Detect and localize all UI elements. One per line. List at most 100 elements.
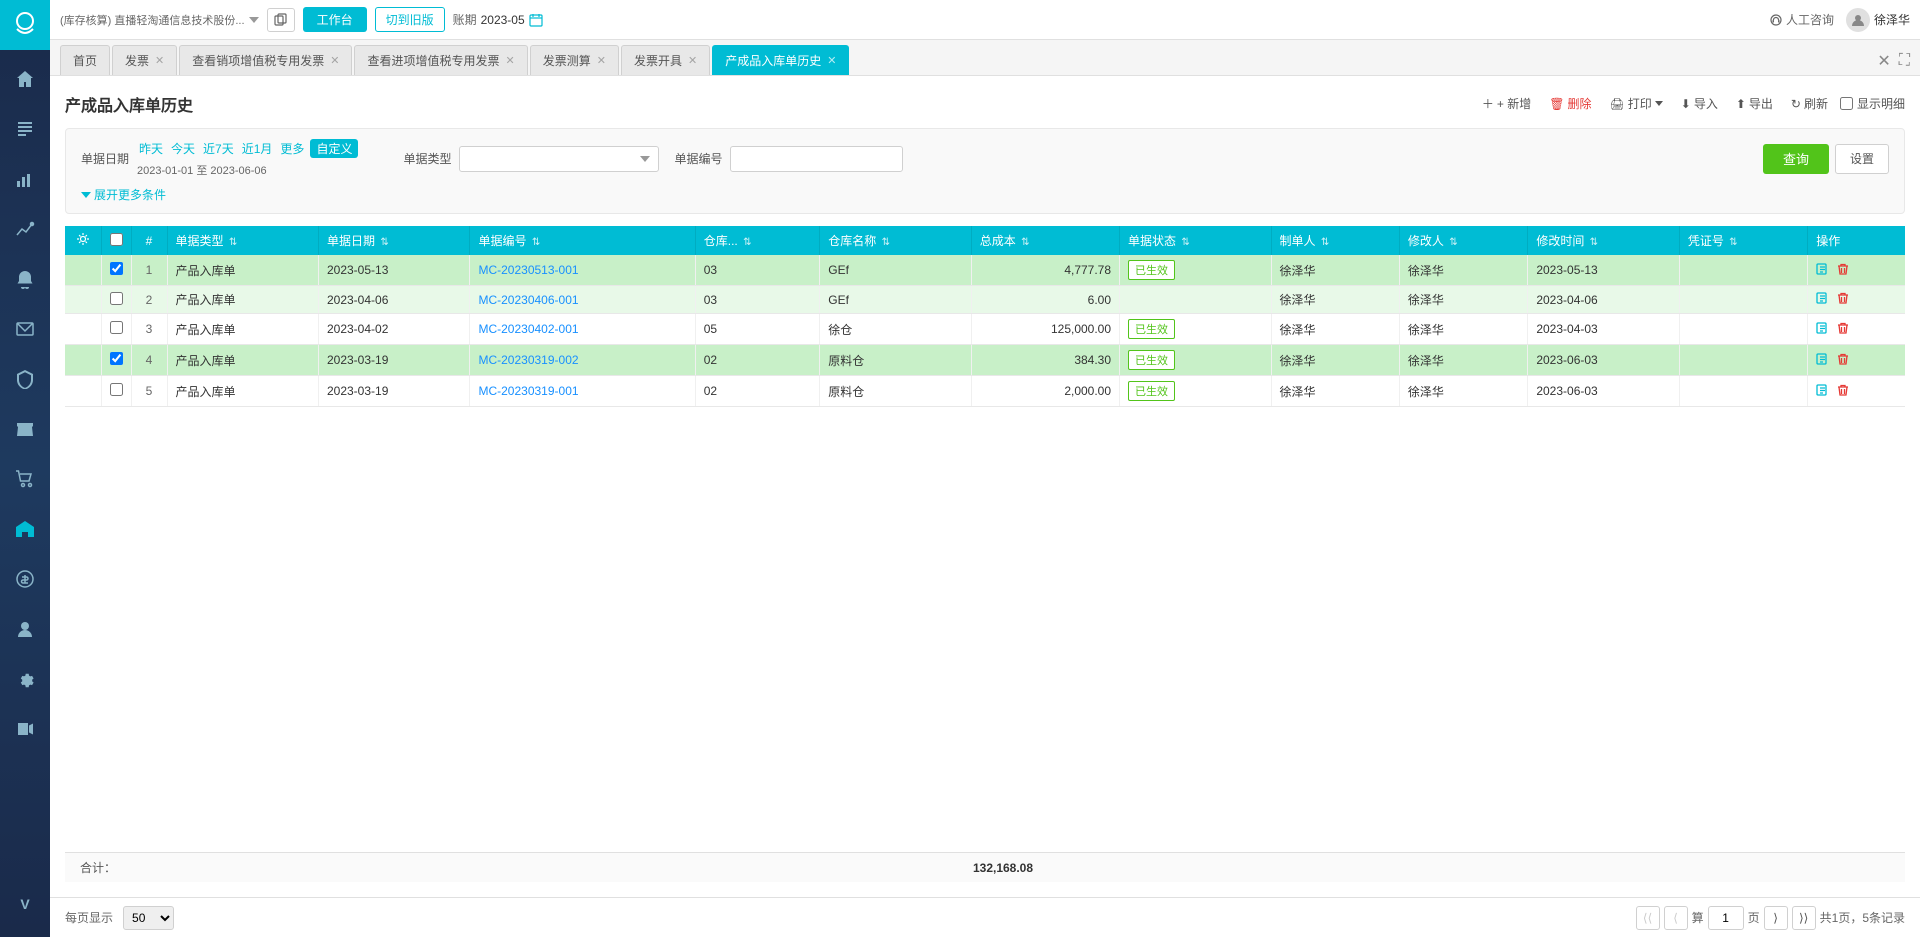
help-button[interactable]: 人工咨询 bbox=[1769, 11, 1834, 28]
tab-invoice-open[interactable]: 发票开具 ✕ bbox=[621, 45, 710, 75]
sidebar-item-finance[interactable] bbox=[0, 554, 50, 604]
tab-product-instock[interactable]: 产成品入库单历史 ✕ bbox=[712, 45, 849, 75]
first-page-button[interactable]: ⟨⟨ bbox=[1636, 906, 1660, 930]
delete-row-icon[interactable] bbox=[1836, 383, 1850, 400]
tab-home[interactable]: 首页 bbox=[60, 45, 110, 75]
delete-row-icon[interactable] bbox=[1836, 262, 1850, 279]
delete-row-icon[interactable] bbox=[1836, 291, 1850, 308]
sidebar-item-more[interactable]: V bbox=[0, 879, 50, 929]
row-number[interactable]: MC-20230319-001 bbox=[470, 376, 695, 407]
tab-close-invoice-open[interactable]: ✕ bbox=[688, 54, 697, 67]
tab-close-all-button[interactable]: ✕ bbox=[1877, 51, 1890, 71]
sidebar-item-warehouse[interactable] bbox=[0, 504, 50, 554]
tab-expand-button[interactable]: ⛶ bbox=[1899, 52, 1910, 70]
tab-close-invoice-calc[interactable]: ✕ bbox=[597, 54, 606, 67]
filter-settings-button[interactable]: 设置 bbox=[1835, 144, 1889, 174]
display-toggle[interactable]: 显示明细 bbox=[1840, 95, 1905, 112]
print-button[interactable]: 🖨 打印 bbox=[1604, 91, 1669, 116]
th-type[interactable]: 单据类型 ⇅ bbox=[167, 226, 318, 255]
shortcut-1month[interactable]: 近1月 bbox=[240, 140, 275, 157]
sidebar-item-chart[interactable] bbox=[0, 154, 50, 204]
display-toggle-checkbox[interactable] bbox=[1840, 97, 1853, 110]
sidebar-item-customer[interactable] bbox=[0, 604, 50, 654]
edit-icon[interactable] bbox=[1816, 383, 1830, 400]
th-settings[interactable] bbox=[65, 226, 101, 255]
shortcut-yesterday[interactable]: 昨天 bbox=[137, 140, 165, 157]
sidebar-logo[interactable] bbox=[0, 0, 50, 50]
sidebar-item-video[interactable] bbox=[0, 704, 50, 754]
tab-invoice-calc[interactable]: 发票测算 ✕ bbox=[530, 45, 619, 75]
row-checkbox[interactable] bbox=[110, 383, 123, 396]
user-info[interactable]: 徐泽华 bbox=[1846, 8, 1910, 32]
tab-close-product-instock[interactable]: ✕ bbox=[827, 54, 836, 67]
row-checkbox-cell[interactable] bbox=[101, 286, 131, 314]
row-checkbox-cell[interactable] bbox=[101, 376, 131, 407]
th-creator[interactable]: 制单人 ⇅ bbox=[1271, 226, 1399, 255]
workbench-button[interactable]: 工作台 bbox=[303, 7, 367, 32]
edit-icon[interactable] bbox=[1816, 291, 1830, 308]
company-selector[interactable]: (库存核算) 直播轻淘通信息技术股份... bbox=[60, 12, 259, 28]
row-number[interactable]: MC-20230513-001 bbox=[470, 255, 695, 286]
th-modifier[interactable]: 修改人 ⇅ bbox=[1399, 226, 1527, 255]
th-date[interactable]: 单据日期 ⇅ bbox=[318, 226, 469, 255]
shortcut-more[interactable]: 更多 bbox=[278, 140, 306, 157]
shortcut-custom[interactable]: 自定义 bbox=[310, 139, 358, 158]
th-number[interactable]: 单据编号 ⇅ bbox=[470, 226, 695, 255]
page-number-input[interactable] bbox=[1708, 906, 1744, 930]
row-number-link[interactable]: MC-20230319-002 bbox=[478, 353, 578, 367]
delete-row-icon[interactable] bbox=[1836, 352, 1850, 369]
import-button[interactable]: ⬇ 导入 bbox=[1675, 91, 1724, 116]
tab-purchase-vat[interactable]: 查看进项增值税专用发票 ✕ bbox=[354, 45, 527, 75]
tab-invoice[interactable]: 发票 ✕ bbox=[112, 45, 177, 75]
row-number-link[interactable]: MC-20230406-001 bbox=[478, 293, 578, 307]
row-checkbox[interactable] bbox=[110, 321, 123, 334]
shortcut-7days[interactable]: 近7天 bbox=[201, 140, 236, 157]
expand-filter-button[interactable]: 展开更多条件 bbox=[81, 186, 166, 203]
edit-icon[interactable] bbox=[1816, 321, 1830, 338]
sidebar-item-settings[interactable] bbox=[0, 654, 50, 704]
th-modify-time[interactable]: 修改时间 ⇅ bbox=[1528, 226, 1679, 255]
row-number-link[interactable]: MC-20230319-001 bbox=[478, 384, 578, 398]
page-size-select[interactable]: 20 50 100 bbox=[123, 906, 174, 930]
select-all-checkbox[interactable] bbox=[110, 233, 123, 246]
delete-row-icon[interactable] bbox=[1836, 321, 1850, 338]
calendar-icon[interactable] bbox=[529, 13, 543, 27]
row-checkbox-cell[interactable] bbox=[101, 314, 131, 345]
row-number-link[interactable]: MC-20230513-001 bbox=[478, 263, 578, 277]
export-button[interactable]: ⬆ 导出 bbox=[1730, 91, 1779, 116]
row-number[interactable]: MC-20230402-001 bbox=[470, 314, 695, 345]
row-checkbox[interactable] bbox=[110, 292, 123, 305]
sidebar-item-doc[interactable] bbox=[0, 104, 50, 154]
query-button[interactable]: 查询 bbox=[1763, 144, 1829, 174]
th-total-cost[interactable]: 总成本 ⇅ bbox=[971, 226, 1119, 255]
edit-icon[interactable] bbox=[1816, 352, 1830, 369]
last-page-button[interactable]: ⟩⟩ bbox=[1792, 906, 1816, 930]
sidebar-item-alert[interactable] bbox=[0, 254, 50, 304]
shortcut-today[interactable]: 今天 bbox=[169, 140, 197, 157]
sidebar-item-store[interactable] bbox=[0, 404, 50, 454]
tab-close-purchase-vat[interactable]: ✕ bbox=[506, 54, 515, 67]
back-button[interactable]: 切到旧版 bbox=[375, 7, 445, 32]
type-filter-select[interactable] bbox=[459, 146, 659, 172]
sidebar-item-analysis[interactable] bbox=[0, 204, 50, 254]
sidebar-item-message[interactable] bbox=[0, 304, 50, 354]
prev-page-button[interactable]: ⟨ bbox=[1664, 906, 1688, 930]
th-voucher[interactable]: 凭证号 ⇅ bbox=[1679, 226, 1807, 255]
copy-button[interactable] bbox=[267, 8, 295, 32]
th-warehouse-code[interactable]: 仓库... ⇅ bbox=[695, 226, 820, 255]
sidebar-item-purchase[interactable] bbox=[0, 454, 50, 504]
tab-close-invoice[interactable]: ✕ bbox=[155, 54, 164, 67]
row-number[interactable]: MC-20230406-001 bbox=[470, 286, 695, 314]
tab-sales-vat[interactable]: 查看销项增值税专用发票 ✕ bbox=[179, 45, 352, 75]
next-page-button[interactable]: ⟩ bbox=[1764, 906, 1788, 930]
sidebar-item-home[interactable] bbox=[0, 54, 50, 104]
delete-button[interactable]: 🗑 删除 bbox=[1543, 91, 1597, 116]
add-button[interactable]: ＋ + 新增 bbox=[1476, 91, 1537, 116]
edit-icon[interactable] bbox=[1816, 262, 1830, 279]
row-checkbox-cell[interactable] bbox=[101, 255, 131, 286]
row-checkbox[interactable] bbox=[110, 262, 123, 275]
th-warehouse-name[interactable]: 仓库名称 ⇅ bbox=[820, 226, 971, 255]
row-checkbox-cell[interactable] bbox=[101, 345, 131, 376]
row-number[interactable]: MC-20230319-002 bbox=[470, 345, 695, 376]
row-checkbox[interactable] bbox=[110, 352, 123, 365]
